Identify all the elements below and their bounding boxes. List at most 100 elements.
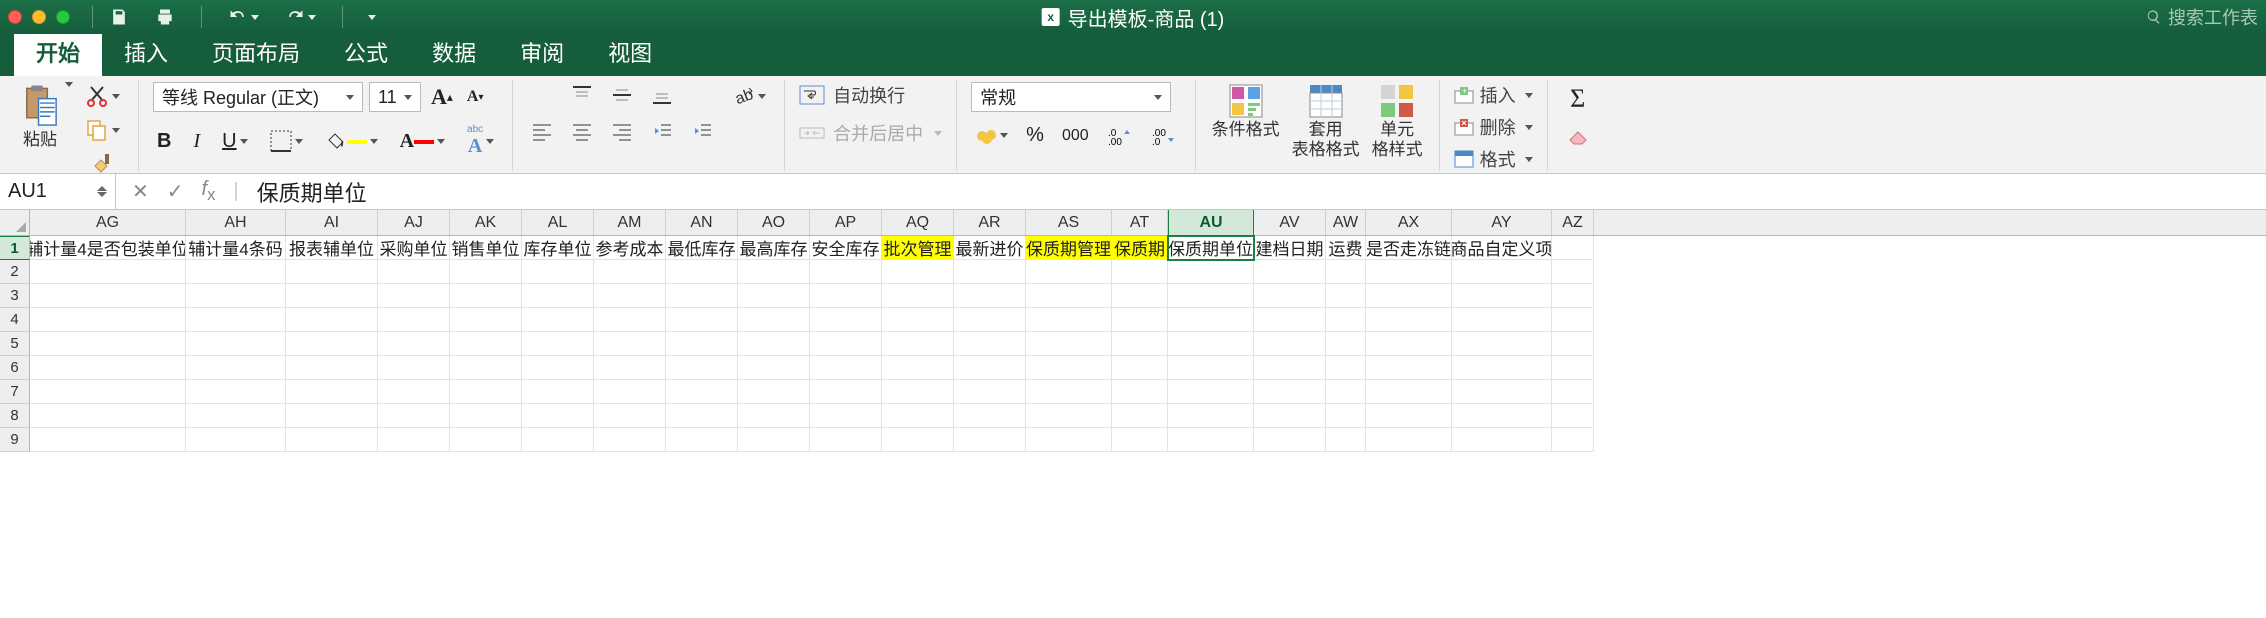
row-header-1[interactable]: 1 bbox=[0, 236, 30, 260]
cell-AP1[interactable]: 安全库存 bbox=[810, 236, 882, 260]
cell-AK8[interactable] bbox=[450, 404, 522, 428]
tab-视图[interactable]: 视图 bbox=[586, 28, 674, 76]
accounting-format-button[interactable] bbox=[971, 123, 1012, 149]
cell-AS8[interactable] bbox=[1026, 404, 1112, 428]
cell-AS1[interactable]: 保质期管理 bbox=[1026, 236, 1112, 260]
cell-AK9[interactable] bbox=[450, 428, 522, 452]
cell-AZ9[interactable] bbox=[1552, 428, 1594, 452]
cell-AI9[interactable] bbox=[286, 428, 378, 452]
cell-AL2[interactable] bbox=[522, 260, 594, 284]
cell-AJ3[interactable] bbox=[378, 284, 450, 308]
cell-AK6[interactable] bbox=[450, 356, 522, 380]
enter-formula-button[interactable]: ✓ bbox=[167, 179, 184, 204]
align-top-button[interactable] bbox=[567, 82, 597, 108]
row-header-3[interactable]: 3 bbox=[0, 284, 30, 308]
minimize-window-button[interactable] bbox=[32, 10, 46, 24]
cell-AJ7[interactable] bbox=[378, 380, 450, 404]
cell-AM8[interactable] bbox=[594, 404, 666, 428]
cell-AG9[interactable] bbox=[30, 428, 186, 452]
increase-font-button[interactable]: A▴ bbox=[427, 82, 457, 112]
cell-AO3[interactable] bbox=[738, 284, 810, 308]
cell-AS3[interactable] bbox=[1026, 284, 1112, 308]
cell-AO7[interactable] bbox=[738, 380, 810, 404]
cell-AU3[interactable] bbox=[1168, 284, 1254, 308]
insert-cells-button[interactable]: +插入 bbox=[1454, 82, 1533, 108]
cell-AH3[interactable] bbox=[186, 284, 286, 308]
cell-AQ3[interactable] bbox=[882, 284, 954, 308]
cell-AV5[interactable] bbox=[1254, 332, 1326, 356]
cell-AU2[interactable] bbox=[1168, 260, 1254, 284]
cell-AW9[interactable] bbox=[1326, 428, 1366, 452]
cell-AU4[interactable] bbox=[1168, 308, 1254, 332]
cell-AT5[interactable] bbox=[1112, 332, 1168, 356]
tab-开始[interactable]: 开始 bbox=[14, 28, 102, 76]
cell-AW1[interactable]: 运费 bbox=[1326, 236, 1366, 260]
cell-AW4[interactable] bbox=[1326, 308, 1366, 332]
column-header-AY[interactable]: AY bbox=[1452, 210, 1552, 235]
cell-AH9[interactable] bbox=[186, 428, 286, 452]
cell-AJ5[interactable] bbox=[378, 332, 450, 356]
cell-AZ4[interactable] bbox=[1552, 308, 1594, 332]
align-bottom-button[interactable] bbox=[647, 82, 677, 108]
column-header-AN[interactable]: AN bbox=[666, 210, 738, 235]
search-area[interactable]: 搜索工作表 bbox=[2146, 4, 2258, 30]
print-button[interactable] bbox=[151, 5, 179, 29]
cell-AS6[interactable] bbox=[1026, 356, 1112, 380]
cell-AM4[interactable] bbox=[594, 308, 666, 332]
close-window-button[interactable] bbox=[8, 10, 22, 24]
cell-AW5[interactable] bbox=[1326, 332, 1366, 356]
cell-AI4[interactable] bbox=[286, 308, 378, 332]
column-header-AJ[interactable]: AJ bbox=[378, 210, 450, 235]
underline-button[interactable]: U bbox=[218, 128, 251, 155]
cell-AP6[interactable] bbox=[810, 356, 882, 380]
cell-AS4[interactable] bbox=[1026, 308, 1112, 332]
cell-AX7[interactable] bbox=[1366, 380, 1452, 404]
cell-AM7[interactable] bbox=[594, 380, 666, 404]
column-header-AT[interactable]: AT bbox=[1112, 210, 1168, 235]
align-right-button[interactable] bbox=[607, 118, 637, 144]
cell-AP8[interactable] bbox=[810, 404, 882, 428]
cell-AY6[interactable] bbox=[1452, 356, 1552, 380]
tab-审阅[interactable]: 审阅 bbox=[498, 28, 586, 76]
copy-button[interactable] bbox=[81, 116, 124, 144]
cell-AT4[interactable] bbox=[1112, 308, 1168, 332]
cell-AM5[interactable] bbox=[594, 332, 666, 356]
cell-AX2[interactable] bbox=[1366, 260, 1452, 284]
column-header-AX[interactable]: AX bbox=[1366, 210, 1452, 235]
column-header-AW[interactable]: AW bbox=[1326, 210, 1366, 235]
cell-AV2[interactable] bbox=[1254, 260, 1326, 284]
number-format-select[interactable]: 常规 bbox=[971, 82, 1171, 112]
cell-AQ9[interactable] bbox=[882, 428, 954, 452]
cell-AN5[interactable] bbox=[666, 332, 738, 356]
align-middle-button[interactable] bbox=[607, 82, 637, 108]
cell-AR7[interactable] bbox=[954, 380, 1026, 404]
cell-AN4[interactable] bbox=[666, 308, 738, 332]
cell-AQ6[interactable] bbox=[882, 356, 954, 380]
formula-input[interactable]: 保质期单位 bbox=[257, 176, 367, 208]
row-header-9[interactable]: 9 bbox=[0, 428, 30, 452]
column-header-AI[interactable]: AI bbox=[286, 210, 378, 235]
cell-AU7[interactable] bbox=[1168, 380, 1254, 404]
column-header-AM[interactable]: AM bbox=[594, 210, 666, 235]
cell-AT9[interactable] bbox=[1112, 428, 1168, 452]
cell-AG8[interactable] bbox=[30, 404, 186, 428]
fill-color-button[interactable] bbox=[321, 128, 382, 154]
cell-AL8[interactable] bbox=[522, 404, 594, 428]
column-header-AG[interactable]: AG bbox=[30, 210, 186, 235]
cell-AL6[interactable] bbox=[522, 356, 594, 380]
cell-AJ8[interactable] bbox=[378, 404, 450, 428]
select-all-corner[interactable] bbox=[0, 210, 30, 235]
cell-AQ7[interactable] bbox=[882, 380, 954, 404]
cell-AW6[interactable] bbox=[1326, 356, 1366, 380]
cell-AG7[interactable] bbox=[30, 380, 186, 404]
align-left-button[interactable] bbox=[527, 118, 557, 144]
cell-AQ1[interactable]: 批次管理 bbox=[882, 236, 954, 260]
cell-AX4[interactable] bbox=[1366, 308, 1452, 332]
delete-cells-button[interactable]: 删除 bbox=[1454, 114, 1533, 140]
cell-AQ2[interactable] bbox=[882, 260, 954, 284]
cell-AQ8[interactable] bbox=[882, 404, 954, 428]
cell-AO5[interactable] bbox=[738, 332, 810, 356]
wrap-text-button[interactable]: 自动换行 bbox=[799, 82, 905, 108]
column-header-AH[interactable]: AH bbox=[186, 210, 286, 235]
cell-AW2[interactable] bbox=[1326, 260, 1366, 284]
